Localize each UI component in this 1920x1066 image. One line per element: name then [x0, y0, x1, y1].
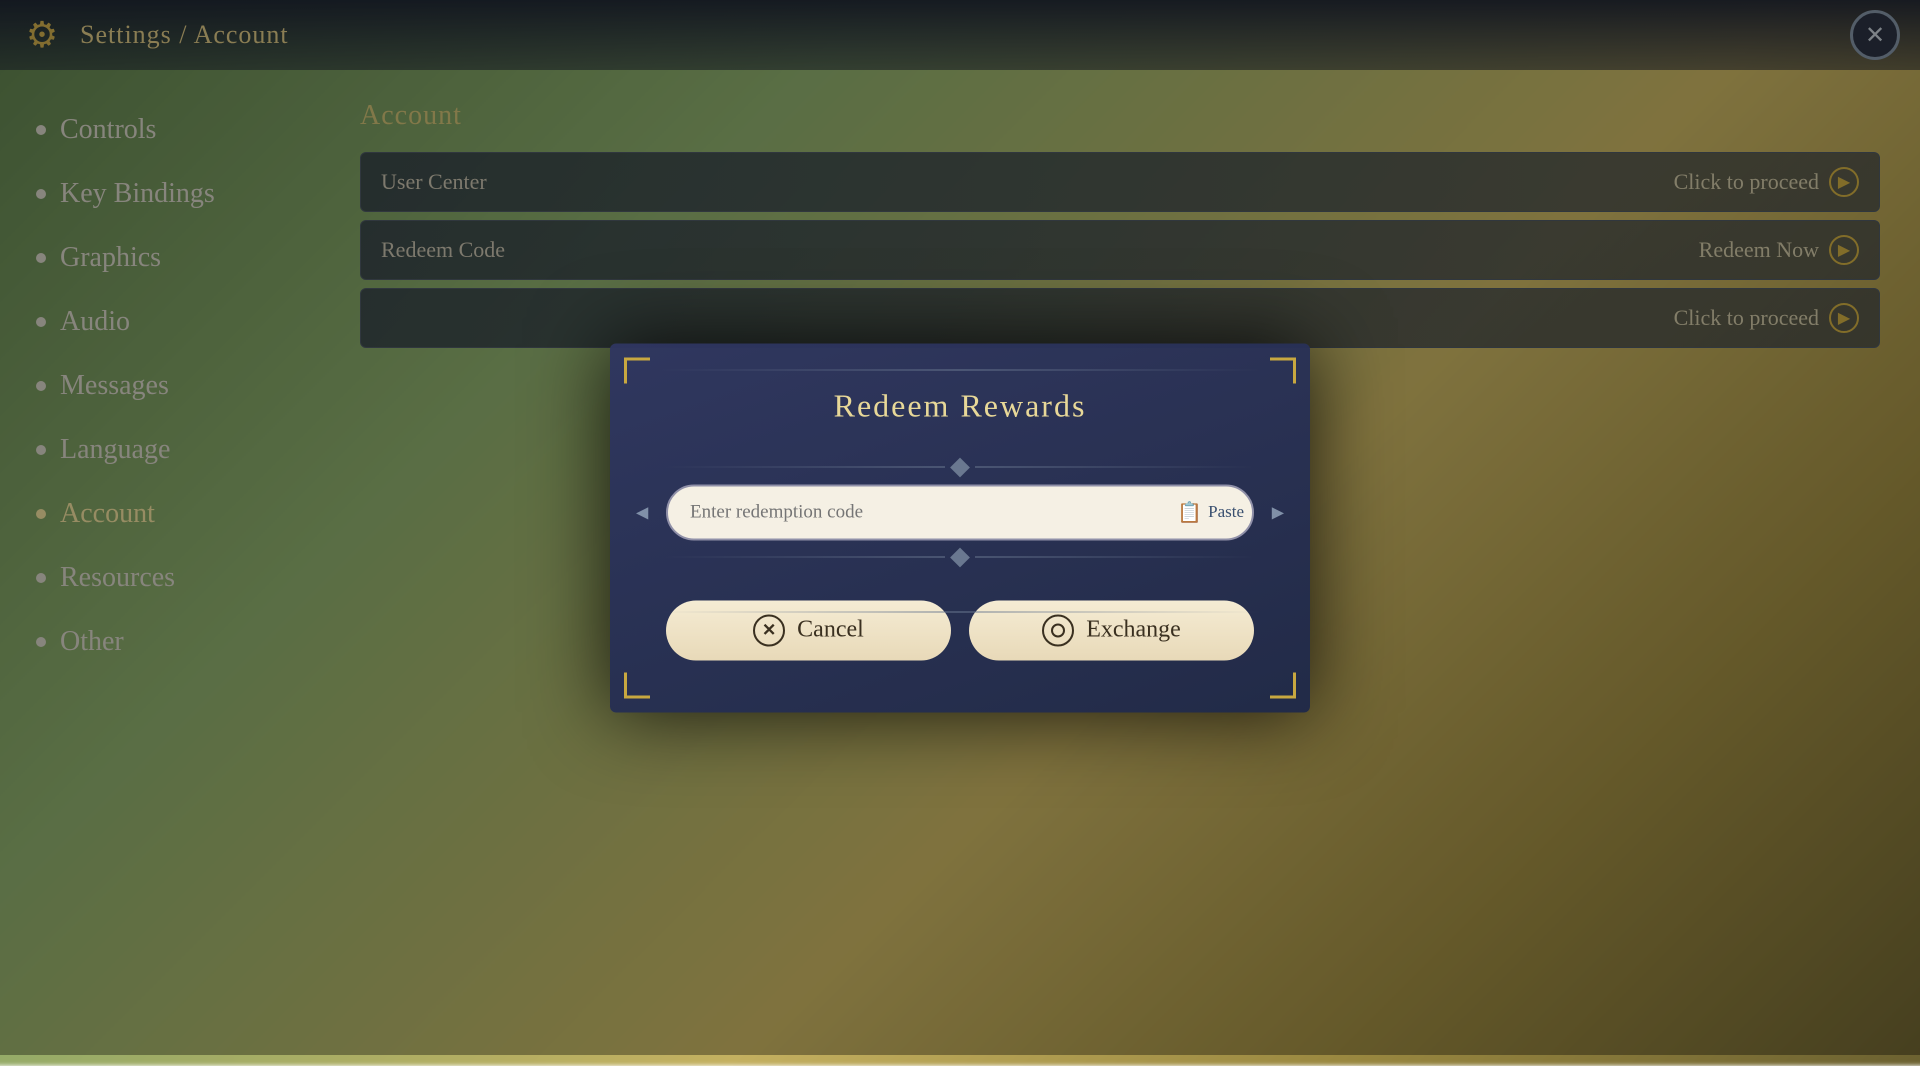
arrow-left-icon: ◀	[636, 502, 648, 522]
cancel-button[interactable]: ✕ Cancel	[666, 600, 951, 660]
input-row: ◀ ▶ 📋 Paste	[666, 484, 1254, 540]
exchange-button[interactable]: Exchange	[969, 600, 1254, 660]
corner-tr-ornament	[1270, 357, 1296, 383]
paste-button[interactable]: 📋 Paste	[1177, 500, 1244, 525]
deco-line-right2	[975, 557, 1254, 558]
modal-buttons: ✕ Cancel Exchange	[666, 600, 1254, 660]
deco-line-right	[975, 467, 1254, 468]
exchange-label: Exchange	[1086, 617, 1181, 644]
deco-line-left	[666, 467, 945, 468]
paste-icon: 📋	[1177, 500, 1202, 525]
modal-title: Redeem Rewards	[666, 387, 1254, 424]
redemption-code-input[interactable]	[666, 484, 1254, 540]
exchange-o-icon	[1042, 614, 1074, 646]
corner-bl-ornament	[624, 672, 650, 698]
deco-diamond	[950, 457, 970, 477]
deco-line-top	[660, 369, 1260, 370]
deco-bar-bottom	[666, 550, 1254, 564]
deco-line-left2	[666, 557, 945, 558]
corner-tl-ornament	[624, 357, 650, 383]
paste-label: Paste	[1208, 502, 1244, 522]
corner-br-ornament	[1270, 672, 1296, 698]
cancel-x-icon: ✕	[753, 614, 785, 646]
deco-bar-top	[666, 460, 1254, 474]
deco-diamond2	[950, 547, 970, 567]
redeem-rewards-modal: Redeem Rewards ◀ ▶ 📋 Paste	[610, 343, 1310, 712]
deco-line-bottom	[660, 611, 1260, 612]
arrow-right-icon: ▶	[1272, 502, 1284, 522]
cancel-label: Cancel	[797, 617, 864, 644]
